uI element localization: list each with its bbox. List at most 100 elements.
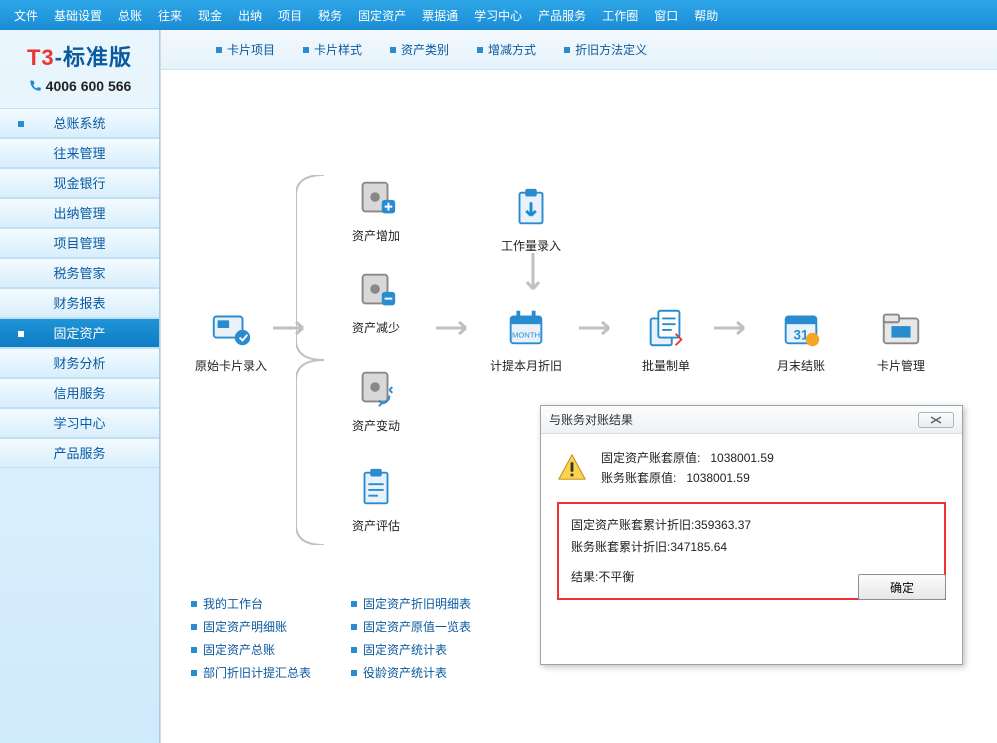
menu-help[interactable]: 帮助 xyxy=(686,7,726,24)
tab-label: 卡片样式 xyxy=(314,41,362,58)
sidebar-item-gl[interactable]: 总账系统 xyxy=(0,108,159,138)
phone-icon xyxy=(28,79,42,93)
sidebar-item-product[interactable]: 产品服务 xyxy=(0,438,159,468)
menu-product[interactable]: 产品服务 xyxy=(530,7,594,24)
link-label: 固定资产总账 xyxy=(203,641,275,658)
arrow-icon xyxy=(579,318,619,338)
tab-carditem[interactable]: 卡片项目 xyxy=(216,41,275,58)
square-icon xyxy=(351,601,357,607)
menu-gl[interactable]: 总账 xyxy=(110,7,150,24)
arrow-icon xyxy=(714,318,754,338)
tab-addmode[interactable]: 增减方式 xyxy=(477,41,536,58)
sidebar-item-credit[interactable]: 信用服务 xyxy=(0,378,159,408)
reconcile-dialog: 与账务对账结果 固定资产账套原值:1038001.59 账务账套原值:10380… xyxy=(540,405,963,665)
line1-value: 1038001.59 xyxy=(710,448,800,468)
node-asset-add[interactable]: 资产增加 xyxy=(331,175,421,244)
tab-label: 卡片项目 xyxy=(227,41,275,58)
navlist: 总账系统 往来管理 现金银行 出纳管理 项目管理 税务管家 财务报表 固定资产 … xyxy=(0,108,159,468)
info-lines: 固定资产账套原值:1038001.59 账务账套原值:1038001.59 xyxy=(601,448,946,488)
menu-workcircle[interactable]: 工作圈 xyxy=(594,7,646,24)
quicklinks-col2: 固定资产折旧明细表 固定资产原值一览表 固定资产统计表 役龄资产统计表 xyxy=(351,595,471,681)
sidebar-item-fixedasset[interactable]: 固定资产 xyxy=(0,318,159,348)
node-origin[interactable]: 原始卡片录入 xyxy=(186,305,276,374)
node-label: 批量制单 xyxy=(621,357,711,374)
link-fastat[interactable]: 固定资产统计表 xyxy=(351,641,471,658)
menu-learn[interactable]: 学习中心 xyxy=(466,7,530,24)
calendar-icon: MONTH xyxy=(503,305,549,351)
dialog-body: 固定资产账套原值:1038001.59 账务账套原值:1038001.59 固定… xyxy=(541,434,962,614)
node-label: 资产减少 xyxy=(331,319,421,336)
menu-bill[interactable]: 票据通 xyxy=(414,7,466,24)
node-label: 原始卡片录入 xyxy=(186,357,276,374)
square-icon xyxy=(351,647,357,653)
node-depreciate[interactable]: MONTH 计提本月折旧 xyxy=(481,305,571,374)
menu-file[interactable]: 文件 xyxy=(6,7,46,24)
card-icon xyxy=(208,305,254,351)
menu-window[interactable]: 窗口 xyxy=(646,7,686,24)
tab-assetclass[interactable]: 资产类别 xyxy=(390,41,449,58)
calendar-star-icon: 31 xyxy=(778,305,824,351)
node-batch[interactable]: 批量制单 xyxy=(621,305,711,374)
line2-value: 1038001.59 xyxy=(686,468,776,488)
node-monthend[interactable]: 31 月末结账 xyxy=(756,305,846,374)
square-icon xyxy=(191,624,197,630)
svg-text:MONTH: MONTH xyxy=(512,331,540,340)
safe-change-icon xyxy=(353,365,399,411)
square-icon xyxy=(191,601,197,607)
node-label: 月末结账 xyxy=(756,357,846,374)
node-label: 资产增加 xyxy=(331,227,421,244)
brand-std: -标准版 xyxy=(55,45,132,70)
link-agestat[interactable]: 役龄资产统计表 xyxy=(351,664,471,681)
menu-tax[interactable]: 税务 xyxy=(310,7,350,24)
menu-ar[interactable]: 往来 xyxy=(150,7,190,24)
folder-icon xyxy=(878,305,924,351)
node-cardmgr[interactable]: 卡片管理 xyxy=(856,305,946,374)
dialog-footer: 确定 xyxy=(858,574,946,600)
sidebar-item-tax[interactable]: 税务管家 xyxy=(0,258,159,288)
brand-phone-text: 4006 600 566 xyxy=(46,78,132,94)
tab-depmethod[interactable]: 折旧方法定义 xyxy=(564,41,647,58)
sidebar-item-ar[interactable]: 往来管理 xyxy=(0,138,159,168)
sidebar-item-learn[interactable]: 学习中心 xyxy=(0,408,159,438)
sidebar-item-finance[interactable]: 财务分析 xyxy=(0,348,159,378)
square-icon xyxy=(191,670,197,676)
close-button[interactable] xyxy=(918,412,954,428)
ok-button[interactable]: 确定 xyxy=(858,574,946,600)
link-origval[interactable]: 固定资产原值一览表 xyxy=(351,618,471,635)
bracket-icon xyxy=(296,175,326,545)
sidebar-item-report[interactable]: 财务报表 xyxy=(0,288,159,318)
link-label: 固定资产原值一览表 xyxy=(363,618,471,635)
node-label: 工作量录入 xyxy=(486,237,576,254)
node-label: 卡片管理 xyxy=(856,357,946,374)
square-icon xyxy=(191,647,197,653)
square-icon xyxy=(216,47,222,53)
menu-cash[interactable]: 现金 xyxy=(190,7,230,24)
link-label: 部门折旧计提汇总表 xyxy=(203,664,311,681)
square-icon xyxy=(390,47,396,53)
safe-add-icon xyxy=(353,175,399,221)
menu-project[interactable]: 项目 xyxy=(270,7,310,24)
link-deptdep[interactable]: 部门折旧计提汇总表 xyxy=(191,664,311,681)
node-asset-dec[interactable]: 资产减少 xyxy=(331,267,421,336)
menu-cashier[interactable]: 出纳 xyxy=(230,7,270,24)
line3-value: 359363.37 xyxy=(694,518,751,532)
node-asset-eval[interactable]: 资产评估 xyxy=(331,465,421,534)
menu-fixedasset[interactable]: 固定资产 xyxy=(350,7,414,24)
square-icon xyxy=(477,47,483,53)
sidebar-item-project[interactable]: 项目管理 xyxy=(0,228,159,258)
sidebar-item-cashbank[interactable]: 现金银行 xyxy=(0,168,159,198)
link-fagl[interactable]: 固定资产总账 xyxy=(191,641,311,658)
link-label: 固定资产统计表 xyxy=(363,641,447,658)
node-workload[interactable]: 工作量录入 xyxy=(486,185,576,254)
square-icon xyxy=(351,624,357,630)
menu-basic[interactable]: 基础设置 xyxy=(46,7,110,24)
sidebar-item-cashier[interactable]: 出纳管理 xyxy=(0,198,159,228)
link-label: 役龄资产统计表 xyxy=(363,664,447,681)
result-label: 结果: xyxy=(571,570,598,584)
square-icon xyxy=(303,47,309,53)
link-fadetail[interactable]: 固定资产明细账 xyxy=(191,618,311,635)
link-depdetail[interactable]: 固定资产折旧明细表 xyxy=(351,595,471,612)
tab-cardstyle[interactable]: 卡片样式 xyxy=(303,41,362,58)
link-workbench[interactable]: 我的工作台 xyxy=(191,595,311,612)
node-asset-chg[interactable]: 资产变动 xyxy=(331,365,421,434)
